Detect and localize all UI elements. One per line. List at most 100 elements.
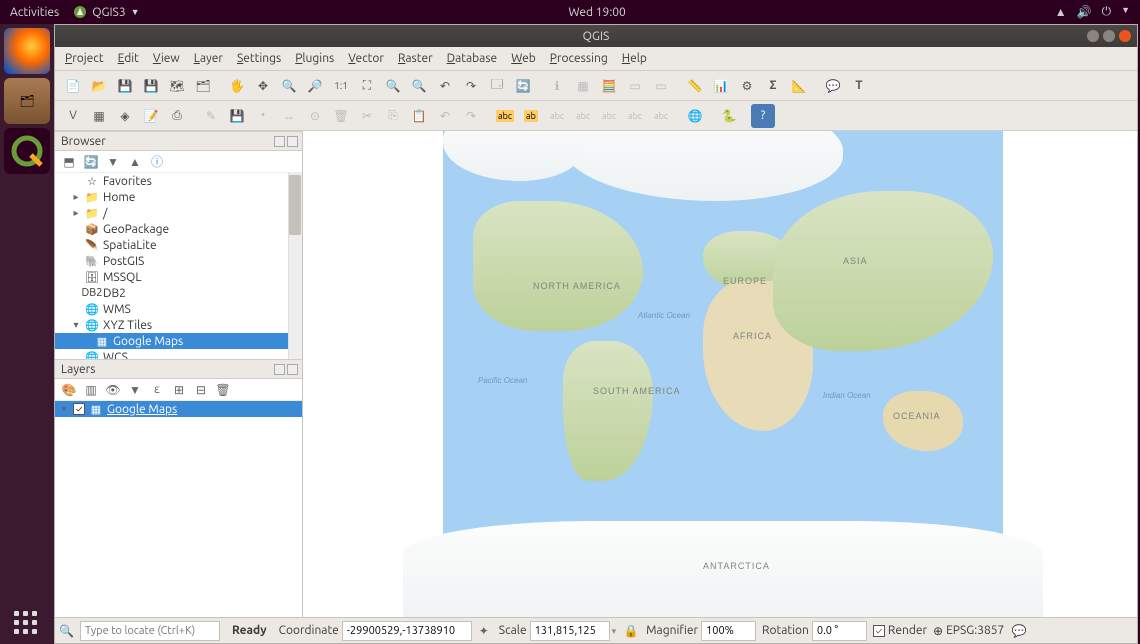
menu-view[interactable]: View <box>153 52 180 65</box>
power-icon[interactable]: ⏻ <box>1102 5 1112 19</box>
browser-item-google-maps[interactable]: ▦Google Maps <box>55 333 302 349</box>
menu-help[interactable]: Help <box>622 52 647 65</box>
dock-qgis[interactable] <box>4 128 50 174</box>
layers-close-button[interactable] <box>287 364 298 375</box>
maximize-button[interactable] <box>1103 30 1115 42</box>
map-canvas[interactable]: North America South America Europe Afric… <box>303 131 1137 617</box>
crs-label[interactable]: EPSG:3857 <box>946 624 1004 637</box>
deselect-button[interactable]: ▭ <box>649 74 673 98</box>
rotation-input[interactable] <box>812 621 867 641</box>
browser-item-db2[interactable]: DB2DB2 <box>55 285 302 301</box>
layer-visibility-checkbox[interactable]: ✓ <box>73 403 85 415</box>
layers-panel-header[interactable]: Layers <box>55 359 302 379</box>
clock[interactable]: Wed 19:00 <box>140 6 1055 19</box>
layers-visibility-icon[interactable]: 👁 <box>105 382 121 398</box>
save-edits-button[interactable]: 💾 <box>225 104 249 128</box>
select-button[interactable]: ▭ <box>623 74 647 98</box>
identify-button[interactable]: ℹ <box>545 74 569 98</box>
activities-button[interactable]: Activities <box>10 6 59 19</box>
cut-button[interactable]: ✂ <box>355 104 379 128</box>
menu-settings[interactable]: Settings <box>237 52 281 65</box>
zoom-selection-button[interactable]: 🔍 <box>381 74 405 98</box>
zoom-in-button[interactable]: 🔍 <box>277 74 301 98</box>
layers-undock-button[interactable] <box>274 364 285 375</box>
add-virtual-button[interactable]: ⎙ <box>165 104 189 128</box>
render-checkbox[interactable]: ✓ <box>873 625 885 637</box>
locator-input[interactable] <box>80 621 220 641</box>
processing-toolbox-button[interactable]: ⚙ <box>735 74 759 98</box>
scale-input[interactable] <box>530 621 610 641</box>
refresh-icon[interactable]: 🔄 <box>83 154 99 170</box>
menu-vector[interactable]: Vector <box>348 52 384 65</box>
browser-item-wcs[interactable]: 🌐WCS <box>55 349 302 359</box>
sigma-button[interactable]: Σ <box>761 74 785 98</box>
show-apps-button[interactable] <box>14 611 37 634</box>
layout-manager-button[interactable]: 🗂 <box>191 74 215 98</box>
layers-filter-icon[interactable]: ▼ <box>127 382 143 398</box>
coordinate-toggle-icon[interactable]: ✦ <box>475 622 493 640</box>
text-annotation-button[interactable]: T <box>847 74 871 98</box>
active-app-menu[interactable]: QGIS3 ▼ <box>73 5 139 19</box>
browser-close-button[interactable] <box>287 136 298 147</box>
layers-remove-icon[interactable]: 🗑 <box>215 382 231 398</box>
label-tool6-button[interactable]: abc <box>623 104 647 128</box>
browser-item-wms[interactable]: 🌐WMS <box>55 301 302 317</box>
open-table-button[interactable]: ▦ <box>571 74 595 98</box>
magnifier-input[interactable] <box>701 621 756 641</box>
zoom-out-button[interactable]: 🔎 <box>303 74 327 98</box>
browser-undock-button[interactable] <box>274 136 285 147</box>
scrollbar[interactable] <box>288 173 302 359</box>
pan-button[interactable]: 🖐 <box>225 74 249 98</box>
coordinate-input[interactable] <box>342 621 472 641</box>
python-console-button[interactable]: 🐍 <box>717 104 741 128</box>
stats-button[interactable]: 📊 <box>709 74 733 98</box>
map-tips-button[interactable]: 💬 <box>821 74 845 98</box>
browser-item-home[interactable]: ▸📁Home <box>55 189 302 205</box>
delete-selected-button[interactable]: 🗑 <box>329 104 353 128</box>
lock-scale-icon[interactable]: 🔒 <box>622 622 640 640</box>
toggle-editing-button[interactable]: ✎ <box>199 104 223 128</box>
layers-tree[interactable]: ▾✓ ▦ Google Maps <box>55 401 302 617</box>
redo-button[interactable]: ↷ <box>459 104 483 128</box>
measure-button[interactable]: 📏 <box>683 74 707 98</box>
menu-web[interactable]: Web <box>511 52 536 65</box>
layers-expand-icon[interactable]: ⊞ <box>171 382 187 398</box>
menu-plugins[interactable]: Plugins <box>295 52 334 65</box>
properties-icon[interactable]: ⓘ <box>149 154 165 170</box>
collapse-icon[interactable]: ▲ <box>127 154 143 170</box>
label-tool5-button[interactable]: abc <box>597 104 621 128</box>
move-feature-button[interactable]: ↔ <box>277 104 301 128</box>
zoom-next-button[interactable]: ↷ <box>459 74 483 98</box>
label-tool7-button[interactable]: abc <box>649 104 673 128</box>
new-layout-button[interactable]: 🗺 <box>165 74 189 98</box>
metasearch-button[interactable]: 🌐 <box>683 104 707 128</box>
menu-project[interactable]: Project <box>65 52 104 65</box>
add-mesh-button[interactable]: ◈ <box>113 104 137 128</box>
help-button[interactable]: ? <box>751 104 775 128</box>
system-menu-icon[interactable]: ▼ <box>1121 5 1130 19</box>
messages-icon[interactable]: 💬 <box>1010 622 1028 640</box>
layer-google-maps[interactable]: ▾✓ ▦ Google Maps <box>55 401 302 417</box>
save-button[interactable]: 💾 <box>113 74 137 98</box>
paste-button[interactable]: 📋 <box>407 104 431 128</box>
open-project-button[interactable]: 📂 <box>87 74 111 98</box>
new-project-button[interactable]: 📄 <box>61 74 85 98</box>
label-tool4-button[interactable]: abc <box>571 104 595 128</box>
titlebar[interactable]: QGIS <box>55 25 1137 47</box>
browser-panel-header[interactable]: Browser <box>55 131 302 151</box>
add-csv-button[interactable]: 📝 <box>139 104 163 128</box>
dock-files[interactable]: 🗂 <box>4 78 50 124</box>
zoom-native-button[interactable]: 1:1 <box>329 74 353 98</box>
label-tool2-button[interactable]: ab <box>519 104 543 128</box>
add-vector-button[interactable]: V <box>61 104 85 128</box>
label-tool-button[interactable]: abc <box>493 104 517 128</box>
label-tool3-button[interactable]: abc <box>545 104 569 128</box>
measure-line-button[interactable]: 📐 <box>787 74 811 98</box>
browser-tree[interactable]: ☆Favorites▸📁Home▸📁/📦GeoPackage🪶SpatiaLit… <box>55 173 302 359</box>
browser-item--[interactable]: ▸📁/ <box>55 205 302 221</box>
browser-item-spatialite[interactable]: 🪶SpatiaLite <box>55 237 302 253</box>
menu-processing[interactable]: Processing <box>550 52 608 65</box>
layers-collapse-icon[interactable]: ⊟ <box>193 382 209 398</box>
add-feature-button[interactable]: • <box>251 104 275 128</box>
dock-firefox[interactable] <box>4 28 50 74</box>
